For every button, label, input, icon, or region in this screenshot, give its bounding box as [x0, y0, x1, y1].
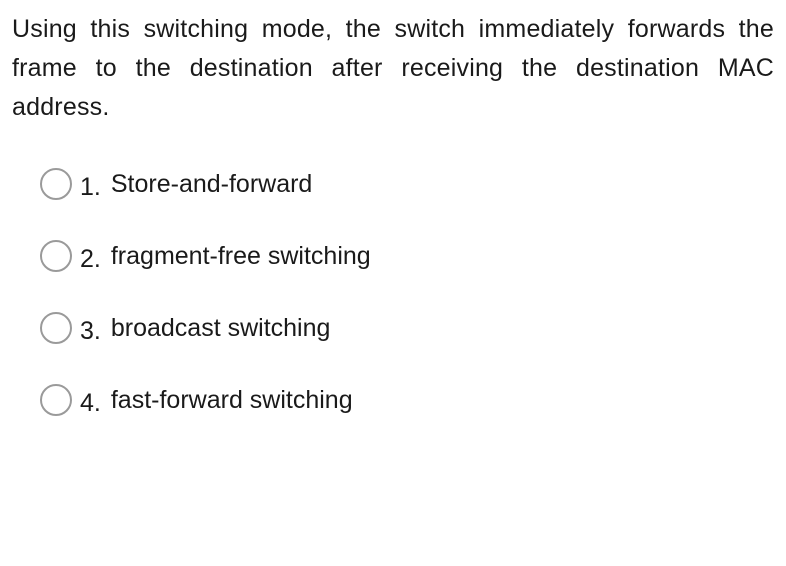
- option-number: 1.: [80, 175, 101, 200]
- radio-icon[interactable]: [40, 384, 72, 416]
- option-row-1[interactable]: 1. Store-and-forward: [40, 168, 774, 200]
- radio-icon[interactable]: [40, 240, 72, 272]
- option-row-4[interactable]: 4. fast-forward switching: [40, 384, 774, 416]
- options-list: 1. Store-and-forward 2. fragment-free sw…: [12, 168, 774, 416]
- option-row-2[interactable]: 2. fragment-free switching: [40, 240, 774, 272]
- radio-icon[interactable]: [40, 312, 72, 344]
- option-number: 4.: [80, 391, 101, 416]
- option-label: fast-forward switching: [111, 385, 353, 415]
- option-number: 2.: [80, 247, 101, 272]
- option-number: 3.: [80, 319, 101, 344]
- radio-icon[interactable]: [40, 168, 72, 200]
- option-label: Store-and-forward: [111, 169, 312, 199]
- option-label: broadcast switching: [111, 313, 331, 343]
- option-label: fragment-free switching: [111, 241, 371, 271]
- question-text: Using this switching mode, the switch im…: [12, 10, 774, 126]
- option-row-3[interactable]: 3. broadcast switching: [40, 312, 774, 344]
